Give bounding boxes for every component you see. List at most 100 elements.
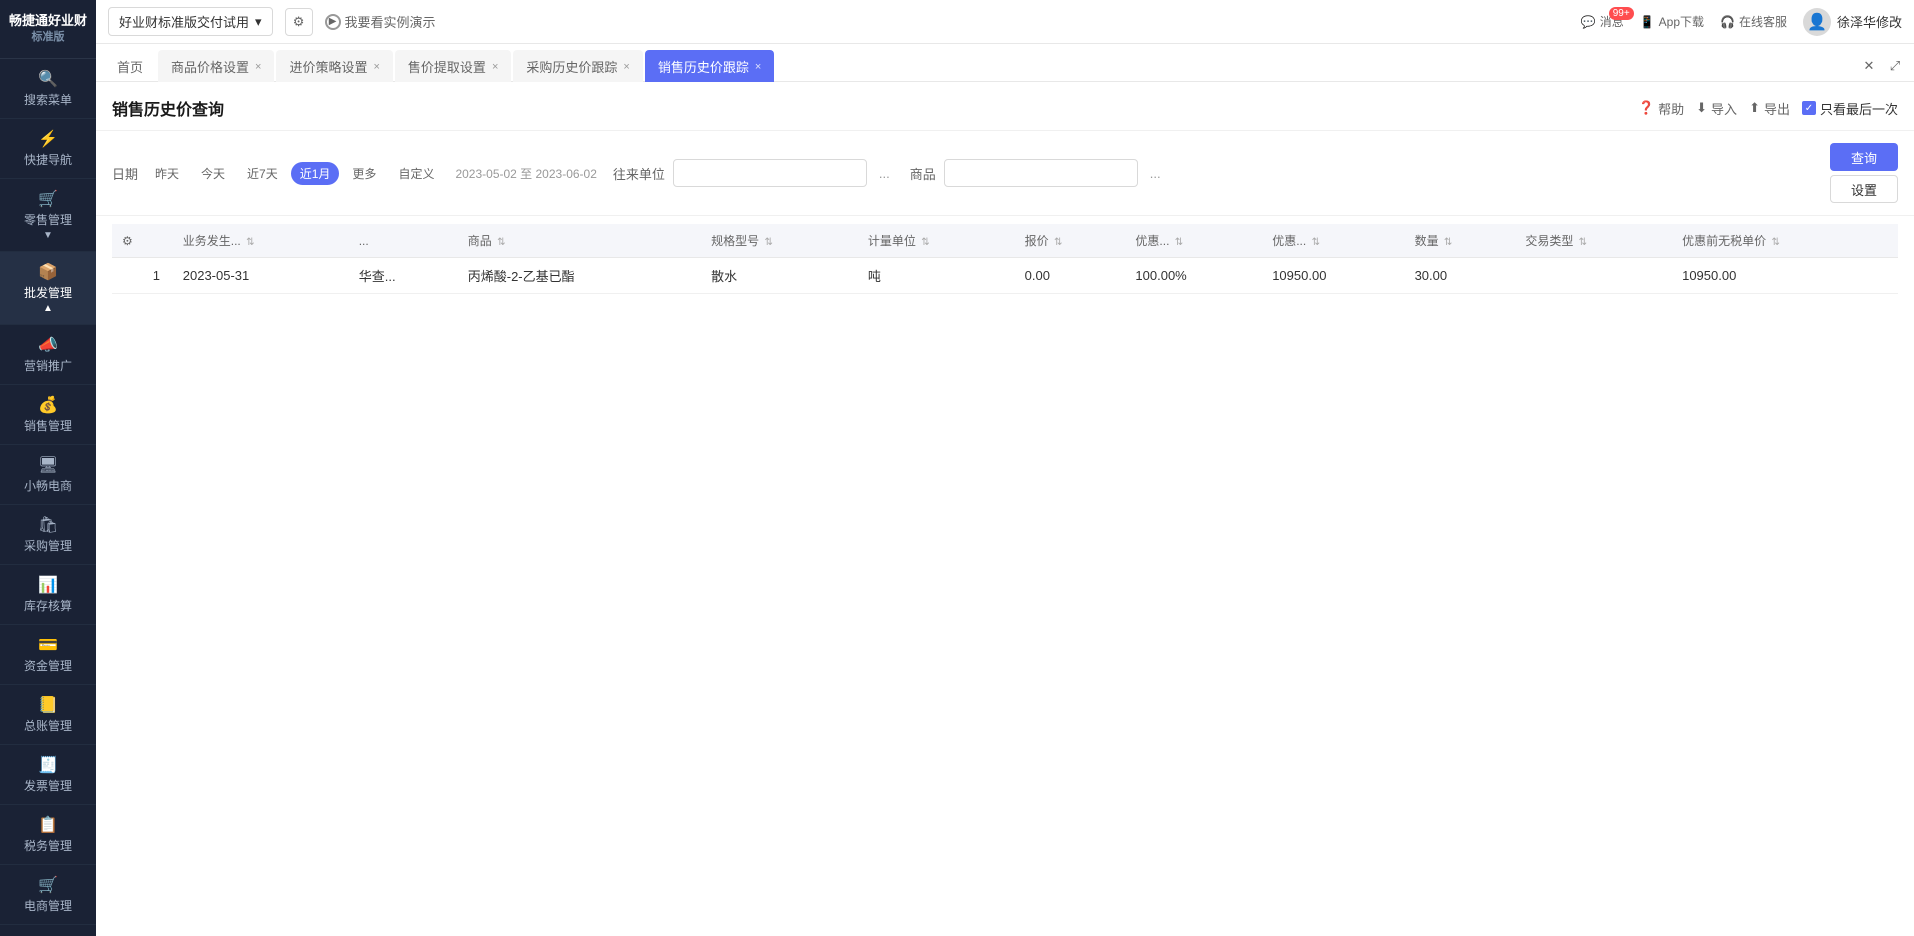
sidebar: 畅捷通好业财 标准版 🔍 搜索菜单 ⚡ 快捷导航 🛒 零售管理 ▼ 📦 批发管理… <box>0 0 96 936</box>
tab-purchase-history-label: 采购历史价跟踪 <box>526 57 617 76</box>
source-unit-label: 往来单位 <box>613 164 665 183</box>
col-pretax-price[interactable]: 优惠前无税单价 ⇅ <box>1672 224 1898 258</box>
help-link[interactable]: ❓ 帮助 <box>1638 99 1684 118</box>
sidebar-item-xiaochangec[interactable]: 🖥 小畅电商 <box>0 445 96 505</box>
tab-home[interactable]: 首页 <box>104 50 156 82</box>
tab-close-purchase-strategy[interactable]: × <box>373 61 379 73</box>
source-unit-input[interactable] <box>682 166 858 181</box>
app-download-action[interactable]: 📱 App下载 <box>1640 13 1704 30</box>
col-settings[interactable]: ⚙ <box>112 224 143 258</box>
search-button[interactable]: 查询 <box>1830 143 1898 171</box>
sidebar-logo: 畅捷通好业财 标准版 <box>0 0 96 59</box>
wholesale-mgmt-icon: 📦 <box>38 262 58 282</box>
date-btn-custom[interactable]: 自定义 <box>389 162 443 185</box>
search-menu-icon: 🔍 <box>38 69 58 89</box>
sidebar-item-invoice-mgmt[interactable]: 🧾 发票管理 <box>0 745 96 805</box>
expand-icon: ⤢ <box>1890 58 1900 74</box>
date-btn-today[interactable]: 今天 <box>192 162 234 185</box>
sales-mgmt-icon: 💰 <box>38 395 58 415</box>
col-discount1[interactable]: 优惠... ⇅ <box>1125 224 1262 258</box>
sidebar-item-funds-mgmt[interactable]: 💳 资金管理 <box>0 625 96 685</box>
business-version-dropdown[interactable]: 好业财标准版交付试用 ▾ <box>108 7 273 36</box>
import-link[interactable]: ⬇ 导入 <box>1696 99 1737 118</box>
user-info[interactable]: 👤 徐泽华修改 <box>1803 8 1902 36</box>
page-title: 销售历史价查询 <box>112 96 224 120</box>
tab-product-price[interactable]: 商品价格设置 × <box>158 50 274 82</box>
sidebar-item-fixed-assets[interactable]: 🏢 固定资产 <box>0 925 96 936</box>
topbar-actions: 💬 消息 99+ 📱 App下载 🎧 在线客服 👤 徐泽华修改 <box>1581 8 1902 36</box>
sidebar-item-purchase-mgmt[interactable]: 🛍 采购管理 <box>0 505 96 565</box>
tab-close-product-price[interactable]: × <box>255 61 261 73</box>
panel-close-button[interactable]: ✕ <box>1858 55 1880 77</box>
search-form: 日期 昨天 今天 近7天 近1月 更多 自定义 2023-05-02 至 202… <box>96 131 1914 216</box>
col-more-label: ... <box>359 234 369 248</box>
date-btn-last7[interactable]: 近7天 <box>238 162 287 185</box>
col-price[interactable]: 报价 ⇅ <box>1015 224 1126 258</box>
col-trans-type[interactable]: 交易类型 ⇅ <box>1515 224 1672 258</box>
col-qty[interactable]: 数量 ⇅ <box>1405 224 1516 258</box>
panel-window-controls: ✕ ⤢ <box>1858 55 1906 81</box>
tab-sale-price-extract[interactable]: 售价提取设置 × <box>395 50 511 82</box>
col-date[interactable]: 业务发生... ⇅ <box>173 224 349 258</box>
row-spec-cell: 散水 <box>701 258 858 294</box>
settings-button[interactable]: 设置 <box>1830 175 1898 203</box>
general-ledger-icon: 📒 <box>38 695 58 715</box>
col-unit-label: 计量单位 <box>868 234 916 248</box>
product-input[interactable] <box>953 166 1129 181</box>
xiaochangec-icon: 🖥 <box>38 455 58 475</box>
online-service-icon: 🎧 <box>1720 15 1735 29</box>
date-btn-yesterday[interactable]: 昨天 <box>146 162 188 185</box>
message-action[interactable]: 💬 消息 99+ <box>1581 13 1624 30</box>
date-btn-last1month[interactable]: 近1月 <box>291 162 340 185</box>
table-body: 1 2023-05-31 华查... 丙烯酸-2-乙基已酯 散水 吨 0.00 … <box>112 258 1898 294</box>
demo-link[interactable]: ▶ 我要看实例演示 <box>325 12 436 31</box>
tab-close-sale-price-extract[interactable]: × <box>492 61 498 73</box>
row-num-cell: 1 <box>143 258 173 294</box>
sidebar-item-sales-mgmt[interactable]: 💰 销售管理 <box>0 385 96 445</box>
col-spec[interactable]: 规格型号 ⇅ <box>701 224 858 258</box>
online-service-action[interactable]: 🎧 在线客服 <box>1720 13 1787 30</box>
product-more-btn[interactable]: ... <box>1146 166 1165 181</box>
tab-close-sales-history[interactable]: × <box>755 61 761 73</box>
sort-icon-discount1: ⇅ <box>1175 237 1183 248</box>
tab-close-purchase-history[interactable]: × <box>623 61 629 73</box>
row-trans-type-cell <box>1515 258 1672 294</box>
col-product[interactable]: 商品 ⇅ <box>458 224 701 258</box>
sidebar-item-inventory[interactable]: 📊 库存核算 <box>0 565 96 625</box>
sidebar-item-general-ledger[interactable]: 📒 总账管理 <box>0 685 96 745</box>
sidebar-item-quick-nav[interactable]: ⚡ 快捷导航 <box>0 119 96 179</box>
export-label: 导出 <box>1764 99 1790 118</box>
source-unit-more-btn[interactable]: ... <box>875 166 894 181</box>
sidebar-item-label: 小畅电商 <box>24 477 72 494</box>
sidebar-item-label: 库存核算 <box>24 597 72 614</box>
sidebar-item-marketing[interactable]: 📣 营销推广 <box>0 325 96 385</box>
sidebar-item-label: 批发管理 <box>24 284 72 301</box>
sidebar-item-label: 快捷导航 <box>24 151 72 168</box>
logo-subtitle: 标准版 <box>8 30 88 45</box>
col-spec-label: 规格型号 <box>711 234 759 248</box>
sidebar-item-label: 销售管理 <box>24 417 72 434</box>
tab-purchase-strategy[interactable]: 进价策略设置 × <box>276 50 392 82</box>
only-last-label: 只看最后一次 <box>1820 99 1898 118</box>
panel-expand-button[interactable]: ⤢ <box>1884 55 1906 77</box>
tab-sales-history[interactable]: 销售历史价跟踪 × <box>645 50 774 82</box>
sidebar-item-tax-mgmt[interactable]: 📋 税务管理 <box>0 805 96 865</box>
only-last-checkbox[interactable]: 只看最后一次 <box>1802 99 1898 118</box>
export-link[interactable]: ⬆ 导出 <box>1749 99 1790 118</box>
sidebar-item-ecommerce-mgmt[interactable]: 🛒 电商管理 <box>0 865 96 925</box>
tab-purchase-history[interactable]: 采购历史价跟踪 × <box>513 50 642 82</box>
table-row[interactable]: 1 2023-05-31 华查... 丙烯酸-2-乙基已酯 散水 吨 0.00 … <box>112 258 1898 294</box>
quick-nav-icon: ⚡ <box>38 129 58 149</box>
sidebar-item-wholesale-mgmt[interactable]: 📦 批发管理 ▲ <box>0 252 96 325</box>
date-btn-more[interactable]: 更多 <box>343 162 385 185</box>
sidebar-item-search-menu[interactable]: 🔍 搜索菜单 <box>0 59 96 119</box>
help-icon: ❓ <box>1638 100 1654 116</box>
import-icon: ⬇ <box>1696 100 1707 116</box>
col-discount2[interactable]: 优惠... ⇅ <box>1262 224 1404 258</box>
col-unit[interactable]: 计量单位 ⇅ <box>858 224 1015 258</box>
col-more[interactable]: ... <box>349 224 458 258</box>
sidebar-item-retail-mgmt[interactable]: 🛒 零售管理 ▼ <box>0 179 96 252</box>
topbar-settings-button[interactable]: ⚙ <box>285 8 313 36</box>
app-download-icon: 📱 <box>1640 15 1655 29</box>
page-header-actions: ❓ 帮助 ⬇ 导入 ⬆ 导出 只看最后一次 <box>1638 99 1898 118</box>
